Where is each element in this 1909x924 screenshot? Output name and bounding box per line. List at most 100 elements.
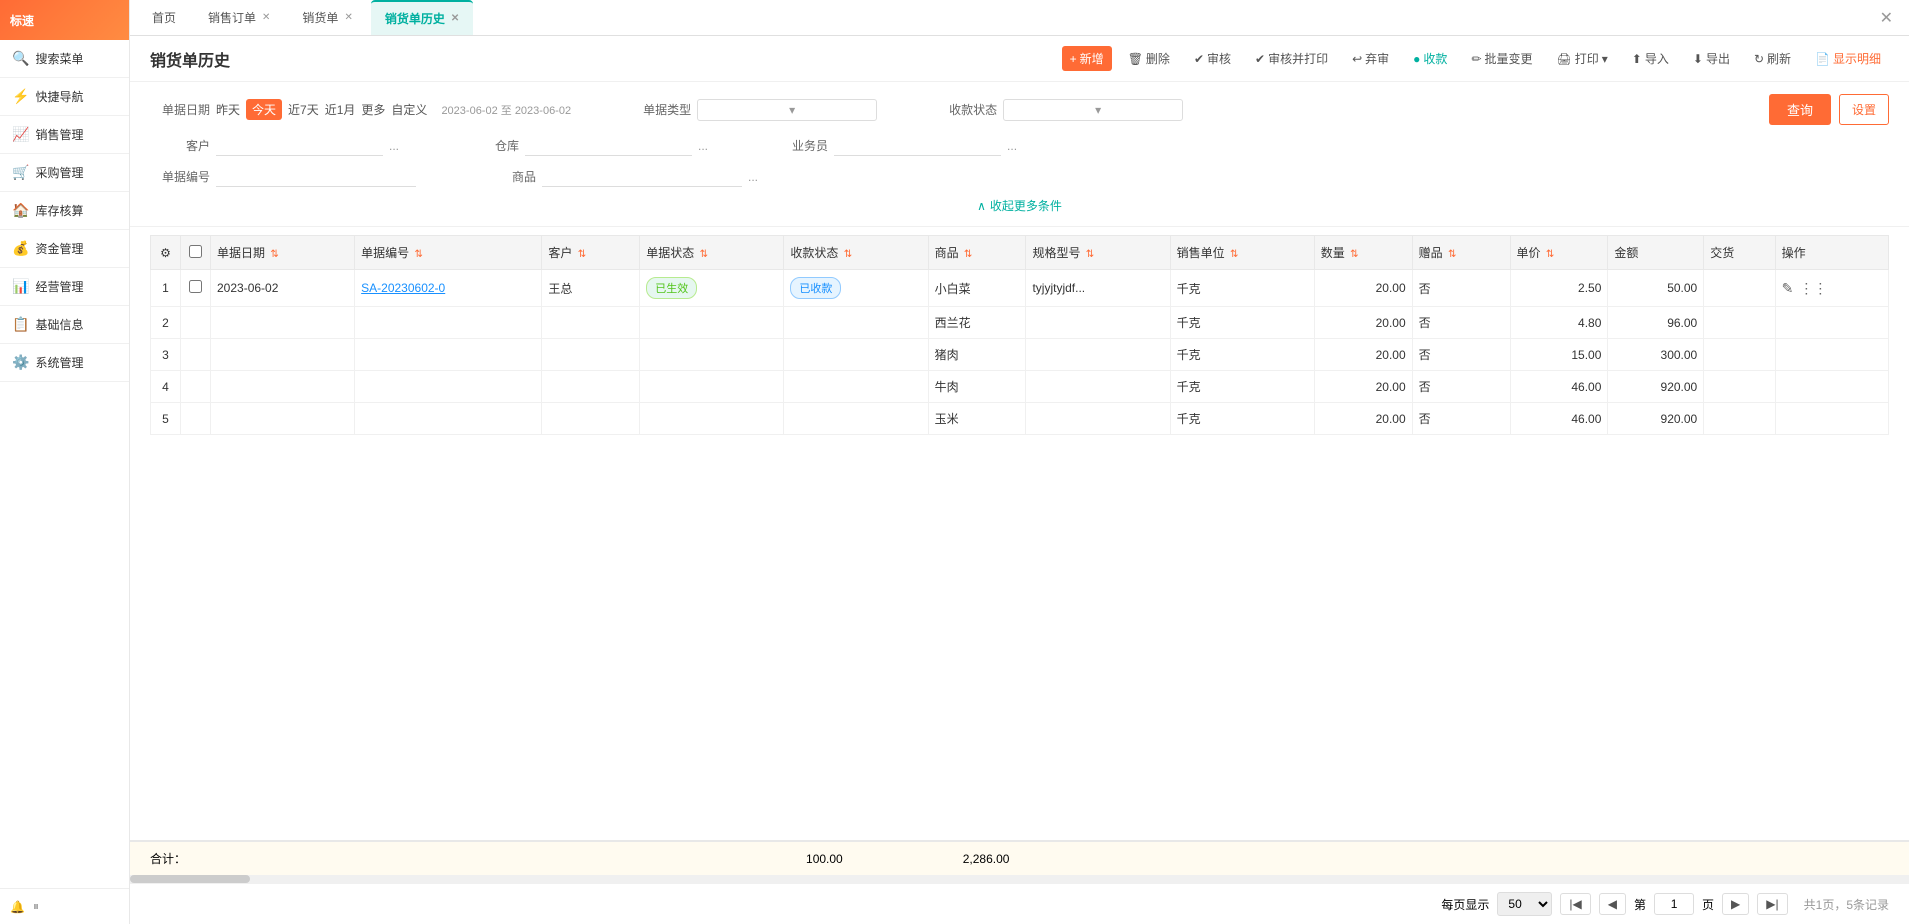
refresh-button[interactable]: ↻ 刷新 — [1746, 46, 1799, 71]
staff-input[interactable] — [834, 135, 1001, 156]
delete-button[interactable]: 🗑 删除 — [1120, 46, 1178, 71]
sidebar-item-quick-nav[interactable]: ⚡ 快捷导航 — [0, 78, 129, 116]
cell-checkbox[interactable] — [181, 403, 211, 435]
batch-change-button[interactable]: ✏ 批量变更 — [1463, 46, 1540, 71]
page-input[interactable] — [1654, 893, 1694, 915]
customer-ellipsis[interactable]: ... — [389, 139, 399, 153]
sort-customer[interactable]: ⇅ — [578, 249, 586, 260]
sidebar-footer-icon1[interactable]: 🔔 — [10, 900, 25, 914]
sort-payment[interactable]: ⇅ — [844, 249, 852, 260]
collect-button[interactable]: ● 收款 — [1405, 46, 1455, 71]
col-doc-date[interactable]: 单据日期 ⇅ — [211, 236, 355, 270]
tab-sales-order-close[interactable]: ✕ — [262, 12, 270, 23]
doc-no-input[interactable] — [216, 166, 416, 187]
goods-input[interactable] — [542, 166, 742, 187]
sort-price[interactable]: ⇅ — [1546, 249, 1554, 260]
sidebar-item-purchase[interactable]: 🛒 采购管理 — [0, 154, 129, 192]
import-button[interactable]: ⬆ 导入 — [1624, 46, 1677, 71]
col-payment-status[interactable]: 收款状态 ⇅ — [784, 236, 928, 270]
sidebar-footer-icon2[interactable]: ⏸ — [33, 899, 39, 914]
sort-unit[interactable]: ⇅ — [1230, 249, 1238, 260]
cell-doc-no[interactable] — [355, 339, 542, 371]
export-button[interactable]: ⬇ 导出 — [1685, 46, 1738, 71]
sidebar-item-sales[interactable]: 📈 销售管理 — [0, 116, 129, 154]
row-checkbox[interactable] — [189, 280, 202, 293]
scrollbar-thumb[interactable] — [130, 875, 250, 883]
sort-goods[interactable]: ⇅ — [964, 249, 972, 260]
audit-button[interactable]: ✔ 审核 — [1186, 46, 1239, 71]
tab-sales-order[interactable]: 销售订单 ✕ — [194, 1, 284, 34]
tab-bar-close-all[interactable]: ✕ — [1872, 4, 1901, 32]
tab-sales-history-close[interactable]: ✕ — [451, 13, 459, 24]
col-gear[interactable]: ⚙ — [151, 236, 181, 270]
new-button[interactable]: + 新增 — [1062, 46, 1112, 71]
cell-checkbox[interactable] — [181, 371, 211, 403]
sort-doc-status[interactable]: ⇅ — [700, 249, 708, 260]
query-button[interactable]: 查询 — [1769, 94, 1831, 125]
col-qty[interactable]: 数量 ⇅ — [1314, 236, 1412, 270]
more-icon[interactable]: ⋮⋮ — [1799, 280, 1827, 297]
horizontal-scrollbar[interactable] — [130, 875, 1909, 883]
cell-checkbox[interactable] — [181, 339, 211, 371]
sidebar-item-system[interactable]: ⚙️ 系统管理 — [0, 344, 129, 382]
cell-checkbox[interactable] — [181, 270, 211, 307]
date-yesterday[interactable]: 昨天 — [216, 101, 240, 118]
audit-print-button[interactable]: ✔ 审核并打印 — [1247, 46, 1336, 71]
discard-button[interactable]: ↩ 弃审 — [1344, 46, 1397, 71]
per-page-select[interactable]: 50 100 200 — [1497, 892, 1552, 916]
sidebar-item-basic[interactable]: 📋 基础信息 — [0, 306, 129, 344]
col-price[interactable]: 单价 ⇅ — [1510, 236, 1608, 270]
col-doc-no[interactable]: 单据编号 ⇅ — [355, 236, 542, 270]
col-goods[interactable]: 商品 ⇅ — [928, 236, 1026, 270]
tab-sales-history[interactable]: 销货单历史 ✕ — [371, 0, 473, 35]
sort-doc-date[interactable]: ⇅ — [270, 249, 278, 260]
collapse-button[interactable]: ∧ 收起更多条件 — [150, 197, 1889, 214]
warehouse-ellipsis[interactable]: ... — [698, 139, 708, 153]
cell-checkbox[interactable] — [181, 307, 211, 339]
gear-settings-icon[interactable]: ⚙ — [160, 246, 171, 260]
edit-icon[interactable]: ✎ — [1782, 280, 1794, 297]
show-detail-button[interactable]: 📄 显示明细 — [1807, 46, 1889, 71]
sort-spec[interactable]: ⇅ — [1086, 249, 1094, 260]
sort-doc-no[interactable]: ⇅ — [415, 249, 423, 260]
first-page-btn[interactable]: |◀ — [1560, 893, 1590, 915]
cell-doc-no[interactable] — [355, 371, 542, 403]
customer-input[interactable] — [216, 135, 383, 156]
date-today[interactable]: 今天 — [246, 99, 282, 120]
doc-no-link[interactable]: SA-20230602-0 — [361, 281, 445, 295]
date-custom[interactable]: 自定义 — [391, 101, 427, 118]
col-customer[interactable]: 客户 ⇅ — [542, 236, 640, 270]
warehouse-input[interactable] — [525, 135, 692, 156]
goods-ellipsis[interactable]: ... — [748, 170, 758, 184]
prev-page-btn[interactable]: ◀ — [1599, 893, 1626, 915]
cell-doc-no[interactable]: SA-20230602-0 — [355, 270, 542, 307]
tab-sales-goods-close[interactable]: ✕ — [344, 12, 352, 23]
next-page-btn[interactable]: ▶ — [1722, 893, 1749, 915]
cell-doc-no[interactable] — [355, 307, 542, 339]
col-spec[interactable]: 规格型号 ⇅ — [1026, 236, 1170, 270]
col-checkbox[interactable] — [181, 236, 211, 270]
tab-sales-goods[interactable]: 销货单 ✕ — [288, 1, 366, 34]
date-1month[interactable]: 近1月 — [325, 101, 356, 118]
date-more[interactable]: 更多 — [361, 101, 385, 118]
payment-status-select[interactable]: ▾ — [1003, 99, 1183, 121]
sidebar-item-inventory[interactable]: 🏠 库存核算 — [0, 192, 129, 230]
settings-button[interactable]: 设置 — [1839, 94, 1889, 125]
sidebar-item-finance[interactable]: 💰 资金管理 — [0, 230, 129, 268]
last-page-btn[interactable]: ▶| — [1757, 893, 1787, 915]
col-unit[interactable]: 销售单位 ⇅ — [1170, 236, 1314, 270]
col-gift[interactable]: 赠品 ⇅ — [1412, 236, 1510, 270]
col-amount: 金额 — [1608, 236, 1704, 270]
select-all-checkbox[interactable] — [189, 245, 202, 258]
tab-home[interactable]: 首页 — [138, 1, 190, 34]
sort-gift[interactable]: ⇅ — [1448, 249, 1456, 260]
print-button[interactable]: 🖨 打印 ▾ — [1549, 46, 1616, 71]
date-7days[interactable]: 近7天 — [288, 101, 319, 118]
staff-ellipsis[interactable]: ... — [1007, 139, 1017, 153]
cell-doc-no[interactable] — [355, 403, 542, 435]
sidebar-item-search-menu[interactable]: 🔍 搜索菜单 — [0, 40, 129, 78]
col-doc-status[interactable]: 单据状态 ⇅ — [640, 236, 784, 270]
doc-type-select[interactable]: ▾ — [697, 99, 877, 121]
sidebar-item-ops[interactable]: 📊 经营管理 — [0, 268, 129, 306]
sort-qty[interactable]: ⇅ — [1350, 249, 1358, 260]
